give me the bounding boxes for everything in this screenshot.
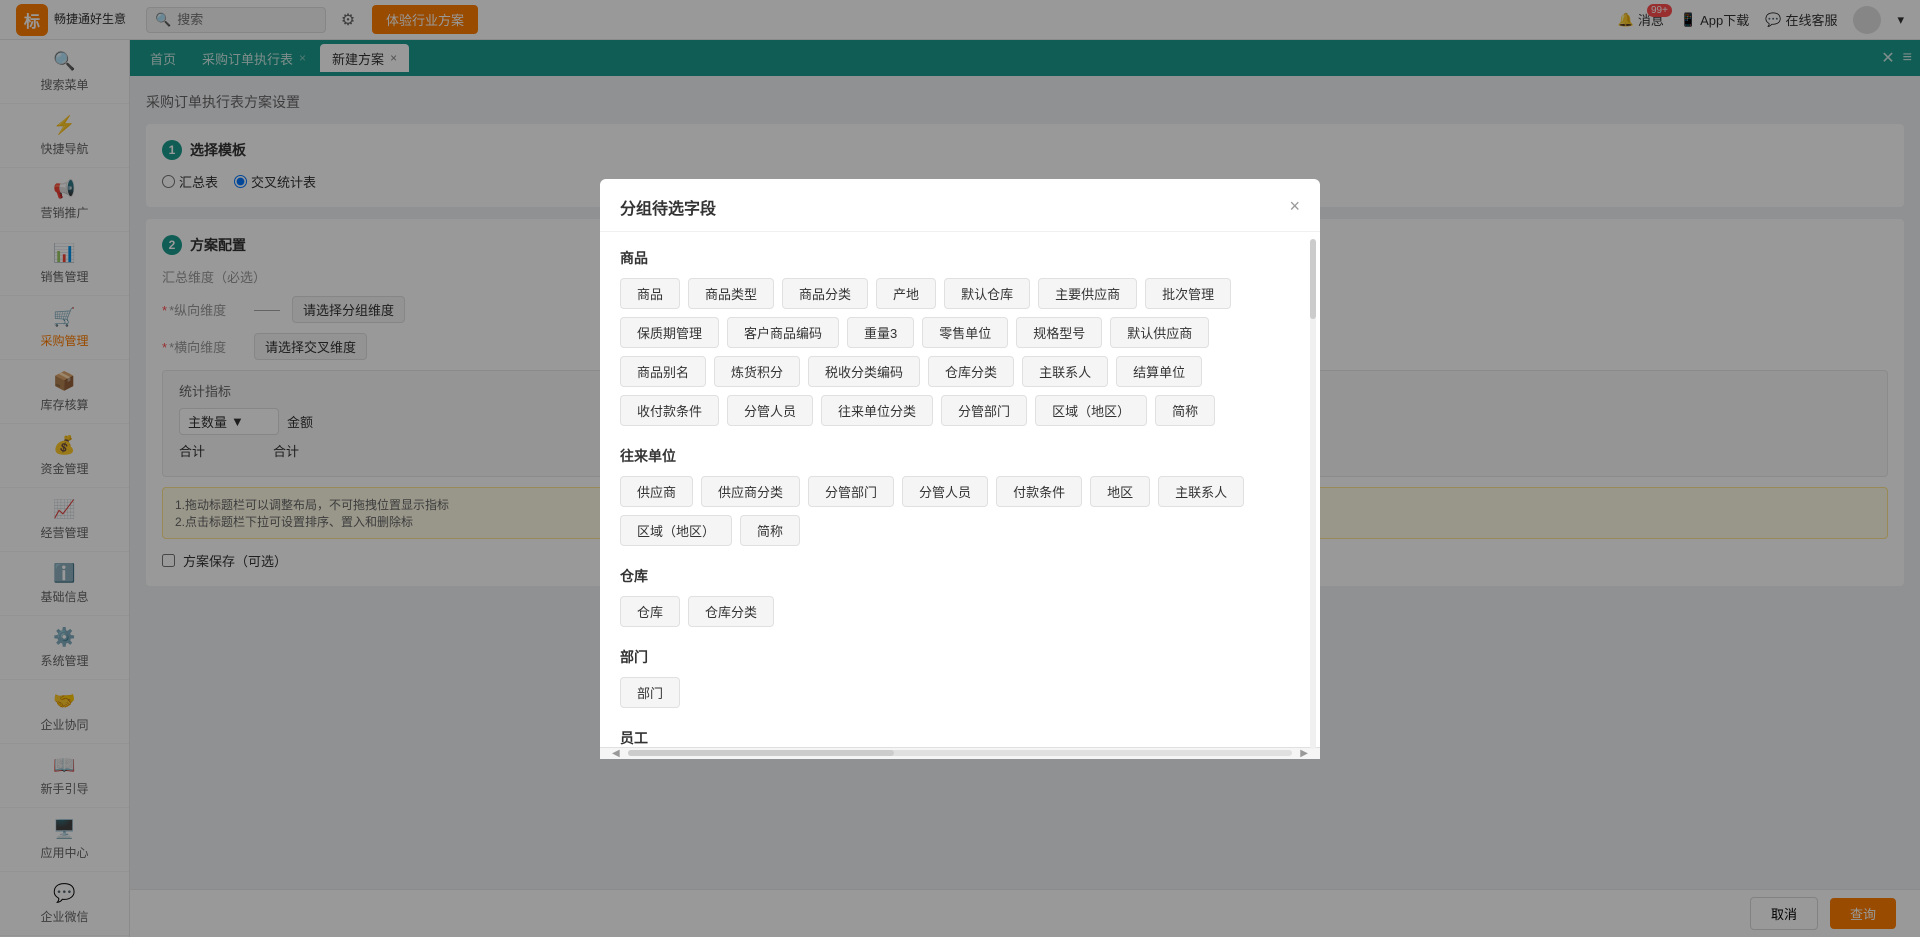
field-tag[interactable]: 商品 xyxy=(620,278,680,309)
field-tag[interactable]: 客户商品编码 xyxy=(727,317,839,348)
field-tag[interactable]: 仓库 xyxy=(620,596,680,627)
modal-title: 分组待选字段 xyxy=(620,195,716,219)
field-tag[interactable]: 规格型号 xyxy=(1016,317,1102,348)
field-tag[interactable]: 付款条件 xyxy=(996,476,1082,507)
field-tag[interactable]: 分管部门 xyxy=(808,476,894,507)
field-tag[interactable]: 仓库分类 xyxy=(928,356,1014,387)
field-tag[interactable]: 重量3 xyxy=(847,317,914,348)
field-tag[interactable]: 默认供应商 xyxy=(1110,317,1209,348)
section-warehouse-tags: 仓库 仓库分类 xyxy=(620,596,1300,627)
field-tag[interactable]: 收付款条件 xyxy=(620,395,719,426)
section-goods: 商品 商品 商品类型 商品分类 产地 默认仓库 主要供应商 批次管理 保质期管理… xyxy=(620,248,1300,426)
field-tag[interactable]: 炼货积分 xyxy=(714,356,800,387)
field-tag[interactable]: 商品别名 xyxy=(620,356,706,387)
section-goods-title: 商品 xyxy=(620,248,1300,268)
section-employee-title: 员工 xyxy=(620,728,1300,747)
field-tag[interactable]: 结算单位 xyxy=(1116,356,1202,387)
modal-overlay[interactable]: 分组待选字段 × 商品 商品 商品类型 商品分类 产地 默认仓库 主要供应商 批… xyxy=(0,0,1920,937)
field-tag[interactable]: 区域（地区） xyxy=(620,515,732,546)
field-tag[interactable]: 分管部门 xyxy=(941,395,1027,426)
field-tag[interactable]: 供应商分类 xyxy=(701,476,800,507)
modal-close-icon[interactable]: × xyxy=(1289,196,1300,217)
hscroll-thumb xyxy=(628,750,894,756)
hscroll-track xyxy=(628,750,1293,756)
field-tag[interactable]: 区域（地区） xyxy=(1035,395,1147,426)
field-tag[interactable]: 简称 xyxy=(740,515,800,546)
section-partner: 往来单位 供应商 供应商分类 分管部门 分管人员 付款条件 地区 主联系人 区域… xyxy=(620,446,1300,546)
section-partner-tags: 供应商 供应商分类 分管部门 分管人员 付款条件 地区 主联系人 区域（地区） … xyxy=(620,476,1300,546)
section-warehouse: 仓库 仓库 仓库分类 xyxy=(620,566,1300,627)
field-tag[interactable]: 往来单位分类 xyxy=(821,395,933,426)
field-tag[interactable]: 零售单位 xyxy=(922,317,1008,348)
field-tag[interactable]: 商品分类 xyxy=(782,278,868,309)
field-tag[interactable]: 批次管理 xyxy=(1145,278,1231,309)
field-tag[interactable]: 默认仓库 xyxy=(944,278,1030,309)
section-dept-title: 部门 xyxy=(620,647,1300,667)
section-dept: 部门 部门 xyxy=(620,647,1300,708)
field-tag[interactable]: 简称 xyxy=(1155,395,1215,426)
section-dept-tags: 部门 xyxy=(620,677,1300,708)
field-tag[interactable]: 保质期管理 xyxy=(620,317,719,348)
field-tag[interactable]: 地区 xyxy=(1090,476,1150,507)
section-partner-title: 往来单位 xyxy=(620,446,1300,466)
field-tag[interactable]: 税收分类编码 xyxy=(808,356,920,387)
hscroll-left-arrow[interactable]: ◀ xyxy=(608,748,624,759)
field-tag[interactable]: 主联系人 xyxy=(1022,356,1108,387)
field-tag[interactable]: 主联系人 xyxy=(1158,476,1244,507)
modal-header: 分组待选字段 × xyxy=(600,179,1320,232)
field-tag[interactable]: 部门 xyxy=(620,677,680,708)
modal-vscrollbar-thumb xyxy=(1310,239,1316,319)
field-tag[interactable]: 分管人员 xyxy=(902,476,988,507)
modal-body: 商品 商品 商品类型 商品分类 产地 默认仓库 主要供应商 批次管理 保质期管理… xyxy=(600,232,1320,747)
modal-dialog: 分组待选字段 × 商品 商品 商品类型 商品分类 产地 默认仓库 主要供应商 批… xyxy=(600,179,1320,759)
section-goods-tags: 商品 商品类型 商品分类 产地 默认仓库 主要供应商 批次管理 保质期管理 客户… xyxy=(620,278,1300,426)
field-tag[interactable]: 仓库分类 xyxy=(688,596,774,627)
hscroll-right-arrow[interactable]: ▶ xyxy=(1296,748,1312,759)
field-tag[interactable]: 供应商 xyxy=(620,476,693,507)
field-tag[interactable]: 主要供应商 xyxy=(1038,278,1137,309)
modal-vscrollbar[interactable] xyxy=(1310,239,1316,749)
section-warehouse-title: 仓库 xyxy=(620,566,1300,586)
modal-hscrollbar[interactable]: ◀ ▶ xyxy=(600,747,1320,759)
field-tag[interactable]: 产地 xyxy=(876,278,936,309)
field-tag[interactable]: 分管人员 xyxy=(727,395,813,426)
section-employee: 员工 业务员 xyxy=(620,728,1300,747)
field-tag[interactable]: 商品类型 xyxy=(688,278,774,309)
